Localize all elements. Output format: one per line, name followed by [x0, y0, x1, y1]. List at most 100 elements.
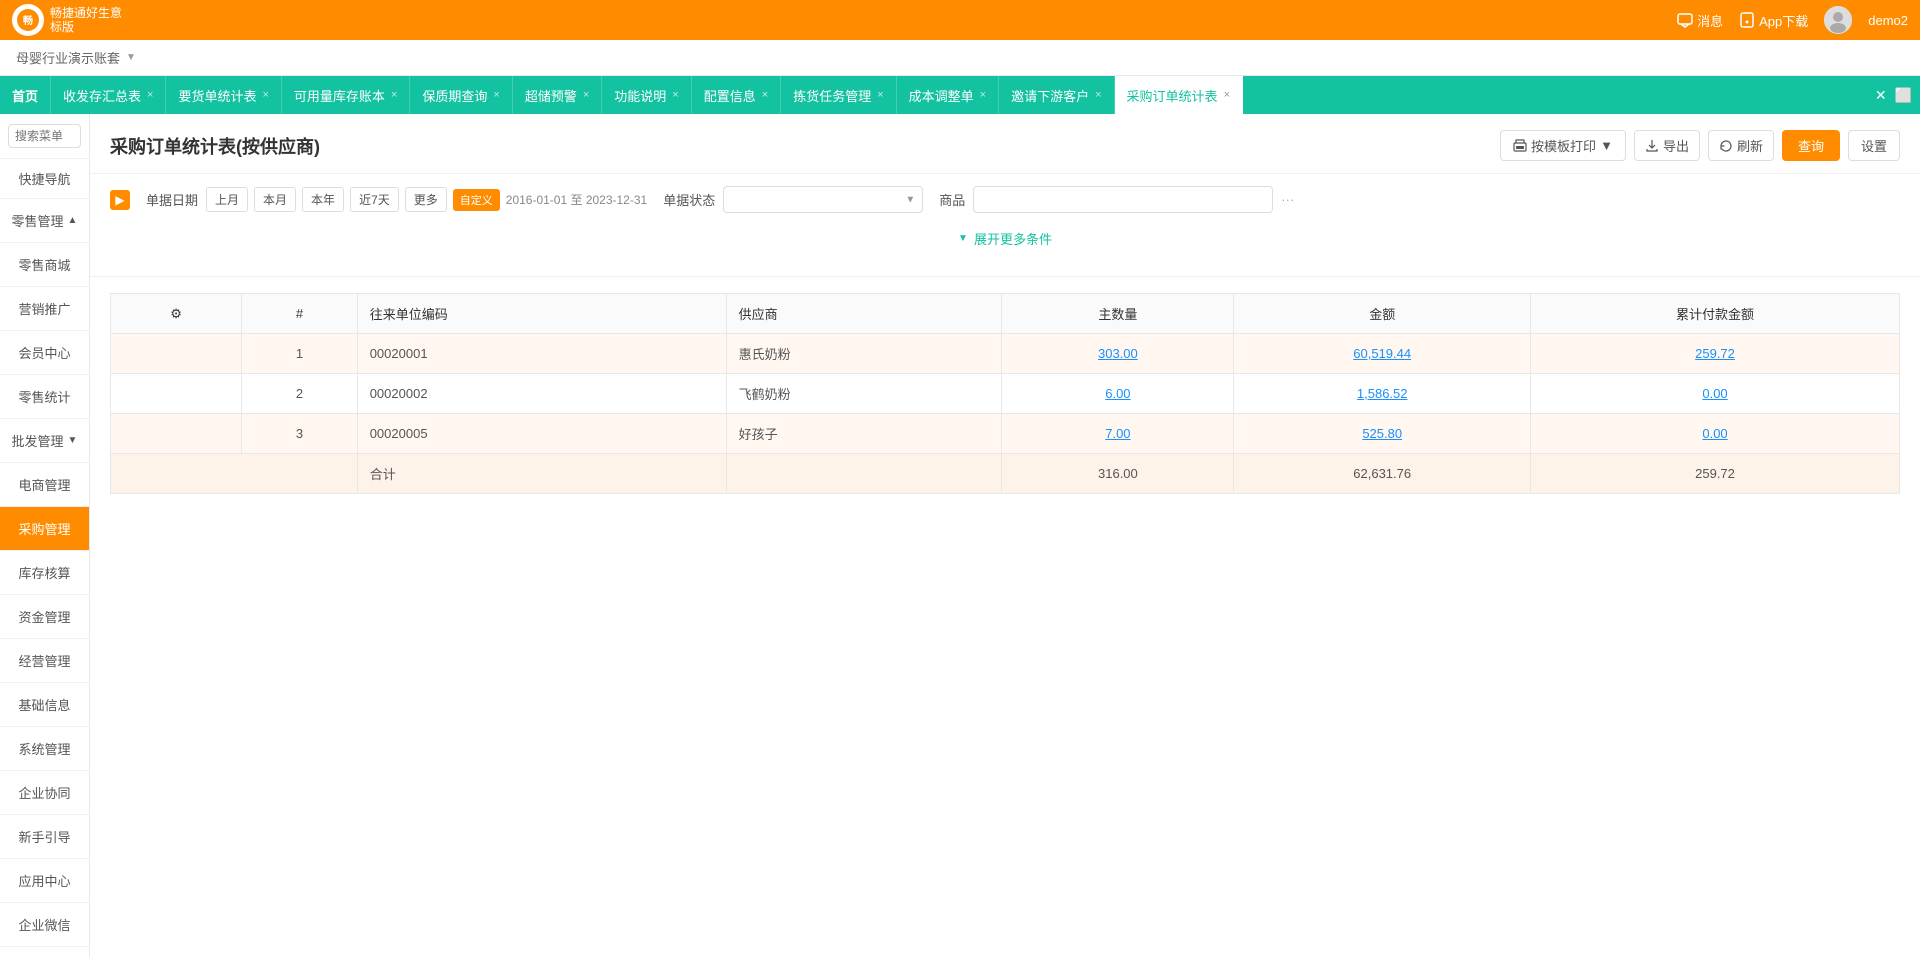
date-range-display: 2016-01-01 至 2023-12-31	[506, 191, 647, 208]
sidebar-item-member[interactable]: 畅会员	[0, 947, 89, 957]
filter-date-item: 单据日期 上月 本月 本年 近7天 更多 自定义 2016-01-01 至 20…	[146, 187, 647, 212]
close-tab-goods-stats[interactable]: ×	[262, 89, 268, 101]
row-paid-amount: 0.00	[1531, 374, 1900, 414]
sidebar-item-ops-mgmt[interactable]: 经营管理	[0, 639, 89, 683]
sidebar-item-purchase-mgmt[interactable]: 采购管理	[0, 507, 89, 551]
page-header: 采购订单统计表(按供应商) 按模板打印 ▼ 导出 刷新	[90, 114, 1920, 174]
row-paid-amount: 259.72	[1531, 334, 1900, 374]
app-download-btn[interactable]: App下载	[1739, 11, 1808, 30]
close-tab-receive-summary[interactable]: ×	[147, 89, 153, 101]
close-tab-expiry-query[interactable]: ×	[493, 89, 499, 101]
sidebar-item-marketing[interactable]: 营销推广	[0, 287, 89, 331]
tab-receive-summary[interactable]: 收发存汇总表 ×	[51, 76, 166, 114]
row-unit-code: 00020005	[357, 414, 726, 454]
col-unit-code: 往来单位编码	[357, 294, 726, 334]
export-button[interactable]: 导出	[1634, 130, 1700, 161]
sidebar-item-enterprise-wechat[interactable]: 企业微信	[0, 903, 89, 947]
preset-this-year[interactable]: 本年	[302, 187, 344, 212]
sidebar-item-ecommerce-mgmt[interactable]: 电商管理	[0, 463, 89, 507]
sidebar-item-wholesale-mgmt[interactable]: 批发管理 ▼	[0, 419, 89, 463]
tab-function-desc[interactable]: 功能说明 ×	[602, 76, 691, 114]
row-paid-amount: 0.00	[1531, 414, 1900, 454]
row-supplier: 惠氏奶粉	[726, 334, 1002, 374]
logo-text: 畅捷通好生意 标版	[50, 6, 122, 35]
tab-goods-stats[interactable]: 要货单统计表 ×	[166, 76, 281, 114]
sidebar-item-enterprise-collab[interactable]: 企业协同	[0, 771, 89, 815]
user-name[interactable]: demo2	[1868, 13, 1908, 28]
tab-picking-task[interactable]: 拣货任务管理 ×	[781, 76, 896, 114]
row-index: 3	[242, 414, 357, 454]
sidebar-item-sys-mgmt[interactable]: 系统管理	[0, 727, 89, 771]
preset-more[interactable]: 更多	[405, 187, 447, 212]
tab-config-info[interactable]: 配置信息 ×	[692, 76, 781, 114]
sidebar-item-quicknav[interactable]: 快捷导航	[0, 159, 89, 199]
filter-goods-item: 商品 ···	[939, 186, 1294, 213]
wholesale-mgmt-arrow-icon: ▼	[68, 435, 78, 446]
tab-invite-downstream[interactable]: 邀请下游客户 ×	[999, 76, 1114, 114]
col-supplier: 供应商	[726, 294, 1002, 334]
footer-paid-amount: 259.72	[1531, 454, 1900, 494]
data-table: ⚙ # 往来单位编码 供应商 主数量 金额 累计付款金额 1 00020	[110, 293, 1900, 494]
status-filter-label: 单据状态	[663, 190, 715, 209]
top-bar: 畅 畅捷通好生意 标版 消息 App下载 demo2	[0, 0, 1920, 40]
sidebar-item-basic-info[interactable]: 基础信息	[0, 683, 89, 727]
col-paid-amount: 累计付款金额	[1531, 294, 1900, 334]
close-tab-config-info[interactable]: ×	[762, 89, 768, 101]
goods-filter-input[interactable]	[973, 186, 1273, 213]
preset-this-month[interactable]: 本月	[254, 187, 296, 212]
close-all-tabs-icon[interactable]: ✕	[1875, 87, 1887, 104]
footer-label: 合计	[357, 454, 726, 494]
row-unit-code: 00020002	[357, 374, 726, 414]
goods-more-icon[interactable]: ···	[1281, 192, 1294, 207]
close-tab-overstock-alert[interactable]: ×	[583, 89, 589, 101]
row-supplier: 飞鹤奶粉	[726, 374, 1002, 414]
close-tab-picking-task[interactable]: ×	[877, 89, 883, 101]
footer-empty-1	[111, 454, 358, 494]
message-btn[interactable]: 消息	[1677, 11, 1723, 30]
maximize-icon[interactable]: ⬜	[1895, 87, 1912, 104]
col-amount: 金额	[1234, 294, 1531, 334]
status-select[interactable]	[723, 186, 923, 213]
sidebar-item-retail-stats[interactable]: 零售统计	[0, 375, 89, 419]
close-tab-cost-adjust[interactable]: ×	[980, 89, 986, 101]
tab-expiry-query[interactable]: 保质期查询 ×	[410, 76, 512, 114]
workspace-selector[interactable]: 母婴行业演示账套 ▼	[16, 48, 136, 67]
print-dropdown-icon: ▼	[1600, 138, 1613, 153]
row-settings	[111, 374, 242, 414]
col-settings-icon[interactable]: ⚙	[170, 306, 182, 321]
sidebar-item-retail-shop[interactable]: 零售商城	[0, 243, 89, 287]
tab-available-stock[interactable]: 可用量库存账本 ×	[282, 76, 410, 114]
close-tab-invite-downstream[interactable]: ×	[1095, 89, 1101, 101]
close-tab-purchase-stats[interactable]: ×	[1224, 89, 1230, 101]
preset-last-month[interactable]: 上月	[206, 187, 248, 212]
tab-overstock-alert[interactable]: 超储预警 ×	[513, 76, 602, 114]
sidebar-item-retail-mgmt[interactable]: 零售管理 ▲	[0, 199, 89, 243]
col-index: #	[242, 294, 357, 334]
sidebar-item-member-center[interactable]: 会员中心	[0, 331, 89, 375]
preset-7days[interactable]: 近7天	[350, 187, 399, 212]
collapse-filter-button[interactable]: ▶	[110, 190, 130, 210]
top-bar-right: 消息 App下载 demo2	[1677, 6, 1908, 34]
dropdown-arrow-icon: ▼	[126, 52, 136, 63]
sidebar-item-onboarding[interactable]: 新手引导	[0, 815, 89, 859]
refresh-button[interactable]: 刷新	[1708, 130, 1774, 161]
tab-home[interactable]: 首页	[0, 76, 51, 114]
close-tab-available-stock[interactable]: ×	[391, 89, 397, 101]
sidebar-item-app-center[interactable]: 应用中心	[0, 859, 89, 903]
expand-more-button[interactable]: ▼ 展开更多条件	[958, 221, 1052, 256]
sidebar-item-inventory[interactable]: 库存核算	[0, 551, 89, 595]
search-input[interactable]	[8, 124, 81, 148]
goods-filter-label: 商品	[939, 190, 965, 209]
query-button[interactable]: 查询	[1782, 130, 1840, 161]
tab-purchase-stats[interactable]: 采购订单统计表 ×	[1115, 76, 1243, 114]
user-avatar[interactable]	[1824, 6, 1852, 34]
close-tab-function-desc[interactable]: ×	[672, 89, 678, 101]
tab-cost-adjust[interactable]: 成本调整单 ×	[897, 76, 999, 114]
custom-date-badge[interactable]: 自定义	[453, 189, 500, 211]
col-settings: ⚙	[111, 294, 242, 334]
sidebar-item-finance-mgmt[interactable]: 资金管理	[0, 595, 89, 639]
row-main-qty: 303.00	[1002, 334, 1234, 374]
print-button[interactable]: 按模板打印 ▼	[1500, 130, 1626, 161]
settings-button[interactable]: 设置	[1848, 130, 1900, 161]
filter-area: ▶ 单据日期 上月 本月 本年 近7天 更多 自定义 2016-01-01 至 …	[90, 174, 1920, 277]
